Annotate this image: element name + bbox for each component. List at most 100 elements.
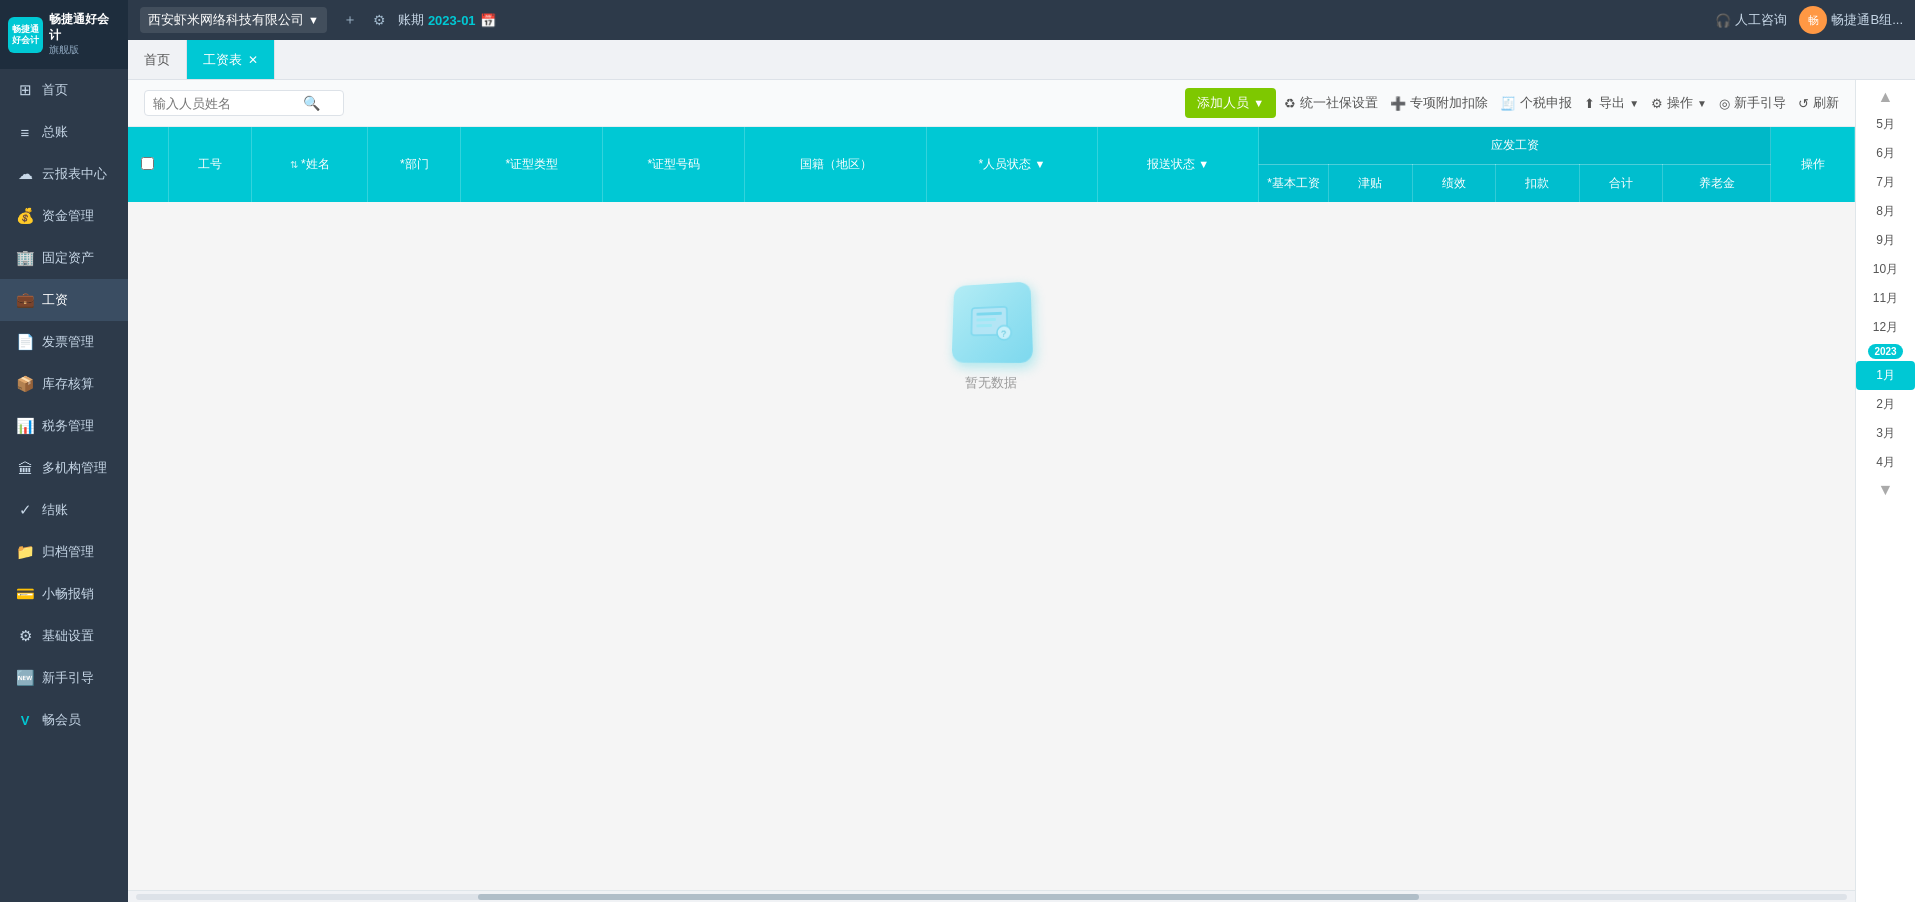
multi-org-icon: 🏛 [16, 460, 34, 477]
date-prev-button[interactable]: ▲ [1874, 84, 1898, 110]
logo-sub: 旗舰版 [49, 43, 120, 57]
col-pension: 养老金 [1663, 165, 1771, 203]
company-selector[interactable]: 西安虾米网络科技有限公司 ▼ [140, 7, 327, 33]
col-base-salary: *基本工资 [1259, 165, 1329, 203]
operations-label: 操作 [1667, 94, 1693, 112]
date-month-9[interactable]: 9月 [1856, 226, 1915, 255]
sidebar-item-tax[interactable]: 📊 税务管理 [0, 405, 128, 447]
invoice-icon: 📄 [16, 333, 34, 351]
sidebar-label-tax: 税务管理 [42, 417, 94, 435]
archive-icon: 📁 [16, 543, 34, 561]
sidebar: 畅捷通好会计 畅捷通好会计 旗舰版 ⊞ 首页 ≡ 总账 ☁ 云报表中心 💰 资金… [0, 0, 128, 902]
sidebar-item-checkout[interactable]: ✓ 结账 [0, 489, 128, 531]
settings-button[interactable]: ⚙ [369, 8, 390, 32]
table-scrollbar[interactable] [128, 890, 1855, 902]
date-month-5[interactable]: 5月 [1856, 110, 1915, 139]
scrollbar-thumb [478, 894, 1419, 900]
account-period-value: 2023-01 [428, 13, 476, 28]
date-month-2[interactable]: 2月 [1856, 390, 1915, 419]
sidebar-item-guide[interactable]: 🆕 新手引导 [0, 657, 128, 699]
tab-home[interactable]: 首页 [128, 40, 187, 79]
refresh-button[interactable]: ↺ 刷新 [1798, 94, 1839, 112]
sidebar-item-fixed-assets[interactable]: 🏢 固定资产 [0, 237, 128, 279]
topbar: 西安虾米网络科技有限公司 ▼ ＋ ⚙ 账期 2023-01 📅 🎧 人工咨询 畅… [128, 0, 1915, 40]
sidebar-label-settings: 基础设置 [42, 627, 94, 645]
user-avatar: 畅 [1799, 6, 1827, 34]
col-performance: 绩效 [1412, 165, 1496, 203]
company-chevron-icon: ▼ [308, 14, 319, 26]
sidebar-label-inventory: 库存核算 [42, 375, 94, 393]
sidebar-item-inventory[interactable]: 📦 库存核算 [0, 363, 128, 405]
tab-salary[interactable]: 工资表 ✕ [187, 40, 275, 79]
search-wrap: 🔍 [144, 90, 344, 116]
date-month-6[interactable]: 6月 [1856, 139, 1915, 168]
sort-name-icon: ⇅ [290, 159, 298, 170]
calendar-icon[interactable]: 📅 [480, 13, 496, 28]
sidebar-label-member: 畅会员 [42, 711, 81, 729]
toolbar: 🔍 添加人员 ▼ ♻ 统一社保设置 ➕ 专项附加扣除 [128, 80, 1855, 127]
sidebar-label-assets: 固定资产 [42, 249, 94, 267]
member-icon: V [16, 713, 34, 728]
sidebar-item-ledger[interactable]: ≡ 总账 [0, 111, 128, 153]
sidebar-item-settings[interactable]: ⚙ 基础设置 [0, 615, 128, 657]
svg-rect-3 [977, 324, 993, 327]
content-main: 🔍 添加人员 ▼ ♻ 统一社保设置 ➕ 专项附加扣除 [128, 80, 1855, 902]
operations-button[interactable]: ⚙ 操作 ▼ [1651, 94, 1707, 112]
special-deduct-button[interactable]: ➕ 专项附加扣除 [1390, 94, 1488, 112]
settings-icon: ⚙ [16, 627, 34, 645]
report-status-filter-icon[interactable]: ▼ [1198, 158, 1209, 170]
date-month-12[interactable]: 12月 [1856, 313, 1915, 342]
date-month-10[interactable]: 10月 [1856, 255, 1915, 284]
inventory-icon: 📦 [16, 375, 34, 393]
search-icon: 🔍 [303, 95, 320, 111]
social-security-button[interactable]: ♻ 统一社保设置 [1284, 94, 1378, 112]
person-status-filter-icon[interactable]: ▼ [1034, 158, 1045, 170]
date-month-4[interactable]: 4月 [1856, 448, 1915, 477]
sidebar-label-fund: 资金管理 [42, 207, 94, 225]
checkout-icon: ✓ [16, 501, 34, 519]
user-info[interactable]: 畅 畅捷通B组... [1799, 6, 1903, 34]
search-input[interactable] [153, 96, 303, 111]
col-name: ⇅ *姓名 [252, 127, 368, 202]
sidebar-item-multi-org[interactable]: 🏛 多机构管理 [0, 447, 128, 489]
col-allowance: 津贴 [1329, 165, 1413, 203]
col-total: 合计 [1579, 165, 1663, 203]
sidebar-item-cloud-report[interactable]: ☁ 云报表中心 [0, 153, 128, 195]
social-security-icon: ♻ [1284, 96, 1296, 111]
logo-icon: 畅捷通好会计 [8, 17, 43, 53]
sidebar-item-member[interactable]: V 畅会员 [0, 699, 128, 741]
date-month-11[interactable]: 11月 [1856, 284, 1915, 313]
human-service-button[interactable]: 🎧 人工咨询 [1715, 11, 1787, 29]
col-id-no: *证型号码 [603, 127, 745, 202]
operations-chevron-icon: ▼ [1697, 98, 1707, 109]
date-month-8[interactable]: 8月 [1856, 197, 1915, 226]
sidebar-item-salary[interactable]: 💼 工资 [0, 279, 128, 321]
sidebar-label-salary: 工资 [42, 291, 68, 309]
sidebar-label-archive: 归档管理 [42, 543, 94, 561]
fund-icon: 💰 [16, 207, 34, 225]
account-period: 账期 2023-01 📅 [398, 11, 496, 29]
date-month-3[interactable]: 3月 [1856, 419, 1915, 448]
select-all-checkbox[interactable] [141, 157, 154, 170]
date-next-button[interactable]: ▼ [1874, 477, 1898, 503]
social-security-label: 统一社保设置 [1300, 94, 1378, 112]
add-company-button[interactable]: ＋ [339, 7, 361, 33]
add-person-button[interactable]: 添加人员 ▼ [1185, 88, 1276, 118]
new-guide-button[interactable]: ◎ 新手引导 [1719, 94, 1786, 112]
sidebar-item-home[interactable]: ⊞ 首页 [0, 69, 128, 111]
refresh-icon: ↺ [1798, 96, 1809, 111]
topbar-actions: ＋ ⚙ [339, 7, 390, 33]
sidebar-item-invoice[interactable]: 📄 发票管理 [0, 321, 128, 363]
sidebar-item-fund[interactable]: 💰 资金管理 [0, 195, 128, 237]
sidebar-item-archive[interactable]: 📁 归档管理 [0, 531, 128, 573]
date-month-7[interactable]: 7月 [1856, 168, 1915, 197]
company-name: 西安虾米网络科技有限公司 [148, 11, 304, 29]
tab-close-icon[interactable]: ✕ [248, 53, 258, 67]
sidebar-item-expense[interactable]: 💳 小畅报销 [0, 573, 128, 615]
new-guide-icon: ◎ [1719, 96, 1730, 111]
topbar-right: 🎧 人工咨询 畅 畅捷通B组... [1715, 6, 1903, 34]
date-month-1[interactable]: 1月 [1856, 361, 1915, 390]
export-button[interactable]: ⬆ 导出 ▼ [1584, 94, 1639, 112]
sidebar-label-checkout: 结账 [42, 501, 68, 519]
personal-tax-button[interactable]: 🧾 个税申报 [1500, 94, 1572, 112]
